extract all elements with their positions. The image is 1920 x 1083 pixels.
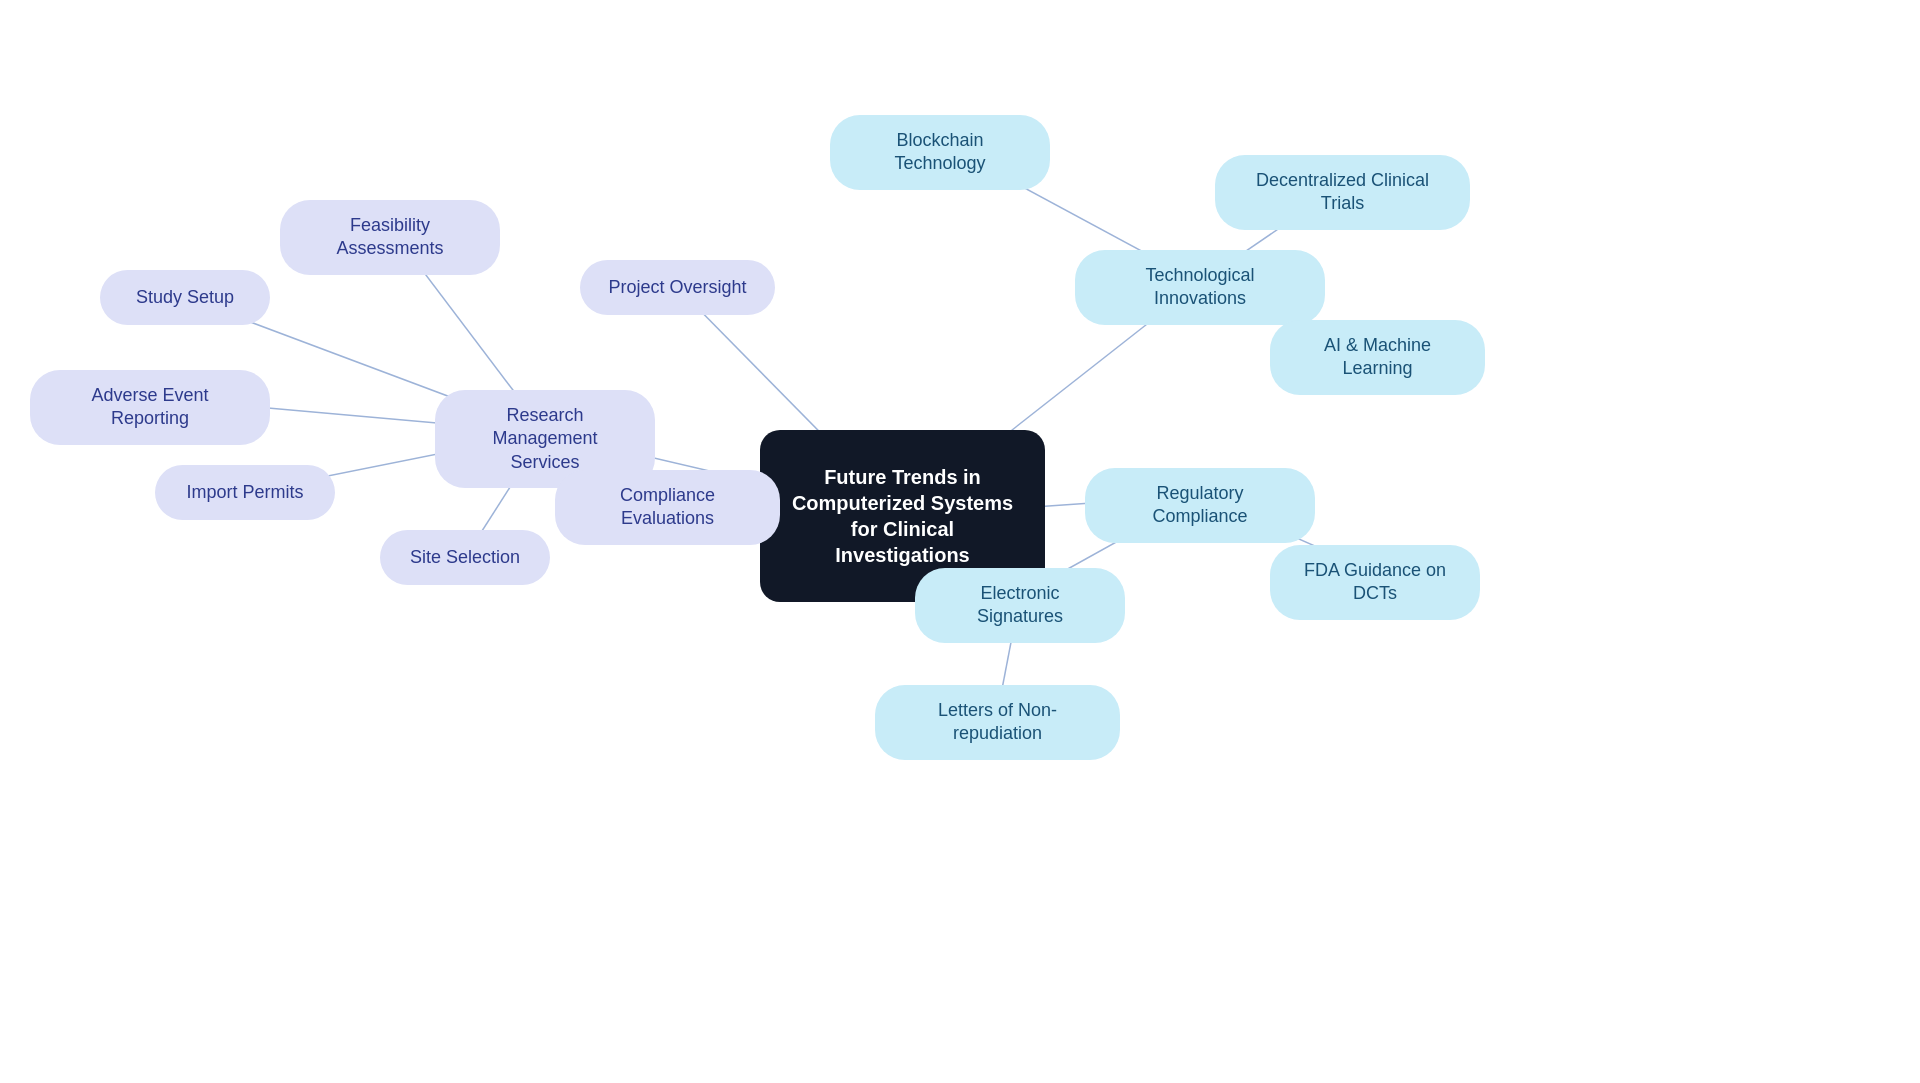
node-fda: FDA Guidance on DCTs [1270, 545, 1480, 620]
mindmap-container: Future Trends in Computerized Systems fo… [0, 0, 1920, 1083]
node-compliance-eval: Compliance Evaluations [555, 470, 780, 545]
node-ai-ml: AI & Machine Learning [1270, 320, 1485, 395]
node-site-selection: Site Selection [380, 530, 550, 585]
node-e-sig: Electronic Signatures [915, 568, 1125, 643]
node-blockchain: Blockchain Technology [830, 115, 1050, 190]
node-non-rep: Letters of Non-repudiation [875, 685, 1120, 760]
node-project-oversight: Project Oversight [580, 260, 775, 315]
node-feasibility: Feasibility Assessments [280, 200, 500, 275]
node-study-setup: Study Setup [100, 270, 270, 325]
node-tech-innov: Technological Innovations [1075, 250, 1325, 325]
node-adverse: Adverse Event Reporting [30, 370, 270, 445]
node-dct: Decentralized Clinical Trials [1215, 155, 1470, 230]
node-import-permits: Import Permits [155, 465, 335, 520]
node-reg-compliance: Regulatory Compliance [1085, 468, 1315, 543]
